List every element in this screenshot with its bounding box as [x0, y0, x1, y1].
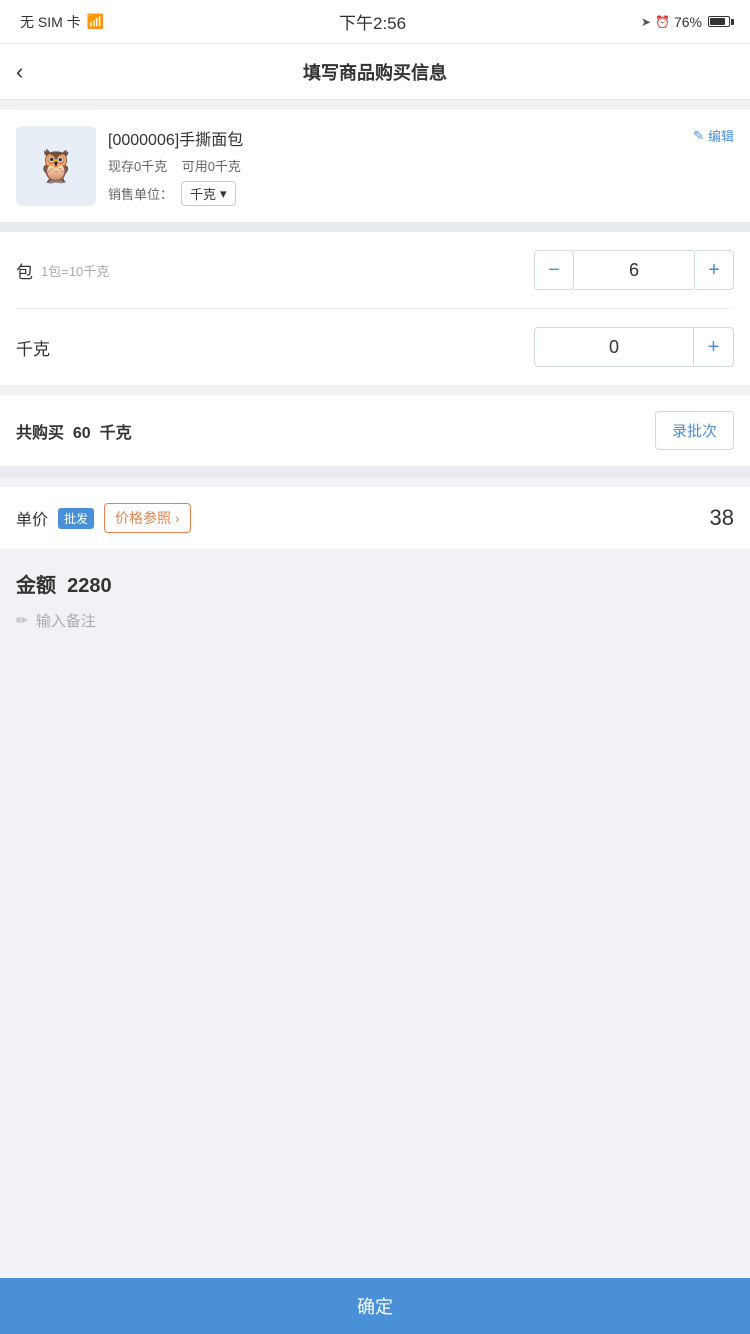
nav-bar: ‹ 填写商品购买信息 [0, 44, 750, 100]
confirm-bar[interactable]: 确定 [0, 1278, 750, 1334]
kg-label: 千克 [16, 335, 50, 360]
remark-row[interactable]: ✏ 输入备注 [16, 610, 734, 631]
kg-controls: + [534, 327, 734, 367]
bag-plus-button[interactable]: + [694, 250, 734, 290]
bag-controls: − + [534, 250, 734, 290]
section-divider-2 [0, 467, 750, 477]
price-ref-button[interactable]: 价格参照 › [104, 503, 191, 533]
battery-percent: 76% [674, 14, 702, 30]
product-info: [0000006]手撕面包 现存0千克 可用0千克 销售单位： 千克 ▾ [108, 126, 734, 206]
price-label: 单价 [16, 506, 48, 530]
kg-input-row: 千克 + [16, 309, 734, 385]
product-card: 🦉 [0000006]手撕面包 现存0千克 可用0千克 销售单位： 千克 ▾ ✎… [0, 110, 750, 222]
product-name: [0000006]手撕面包 [108, 126, 734, 150]
remark-icon: ✏ [16, 612, 28, 629]
amount-row: 金额 2280 [16, 569, 734, 598]
nav-title: 填写商品购买信息 [303, 59, 447, 85]
amount-section: 金额 2280 ✏ 输入备注 [0, 549, 750, 641]
input-section: 包 1包=10千克 − + 千克 + [0, 232, 750, 385]
edit-icon: ✎ [693, 128, 704, 144]
kg-plus-button[interactable]: + [694, 327, 734, 367]
remark-label: 输入备注 [36, 610, 96, 631]
alarm-icon: ⏰ [655, 15, 670, 29]
product-unit-row: 销售单位： 千克 ▾ [108, 181, 734, 206]
unit-select[interactable]: 千克 ▾ [181, 181, 236, 206]
total-section: 共购买 60 千克 录批次 [0, 395, 750, 467]
bag-minus-button[interactable]: − [534, 250, 574, 290]
status-time: 下午2:56 [339, 9, 406, 34]
section-divider-1 [0, 222, 750, 232]
price-value: 38 [710, 505, 734, 531]
bag-hint: 1包=10千克 [41, 261, 109, 280]
batch-button[interactable]: 录批次 [655, 411, 734, 450]
edit-button[interactable]: ✎ 编辑 [693, 126, 734, 145]
bag-label: 包 1包=10千克 [16, 258, 109, 283]
status-bar: 无 SIM 卡 📶 下午2:56 ➤ ⏰ 76% [0, 0, 750, 44]
bag-quantity-input[interactable] [574, 250, 694, 290]
kg-quantity-input[interactable] [534, 327, 694, 367]
dropdown-arrow-icon: ▾ [220, 186, 227, 202]
back-button[interactable]: ‹ [16, 59, 23, 85]
sim-label: 无 SIM 卡 [20, 12, 81, 32]
status-right: ➤ ⏰ 76% [641, 14, 730, 30]
product-logo-icon: 🦉 [36, 147, 76, 185]
status-left: 无 SIM 卡 📶 [20, 12, 104, 32]
bag-input-row: 包 1包=10千克 − + [16, 232, 734, 309]
total-text: 共购买 60 千克 [16, 419, 132, 443]
product-stock: 现存0千克 可用0千克 [108, 156, 734, 175]
price-section: 单价 批发 价格参照 › 38 [0, 487, 750, 549]
price-badge: 批发 [58, 508, 94, 529]
confirm-button[interactable]: 确定 [357, 1293, 393, 1319]
price-ref-arrow-icon: › [175, 510, 180, 526]
wifi-icon: 📶 [87, 13, 104, 30]
battery-icon [708, 16, 730, 27]
product-image: 🦉 [16, 126, 96, 206]
bottom-area [0, 641, 750, 941]
location-icon: ➤ [641, 15, 651, 29]
